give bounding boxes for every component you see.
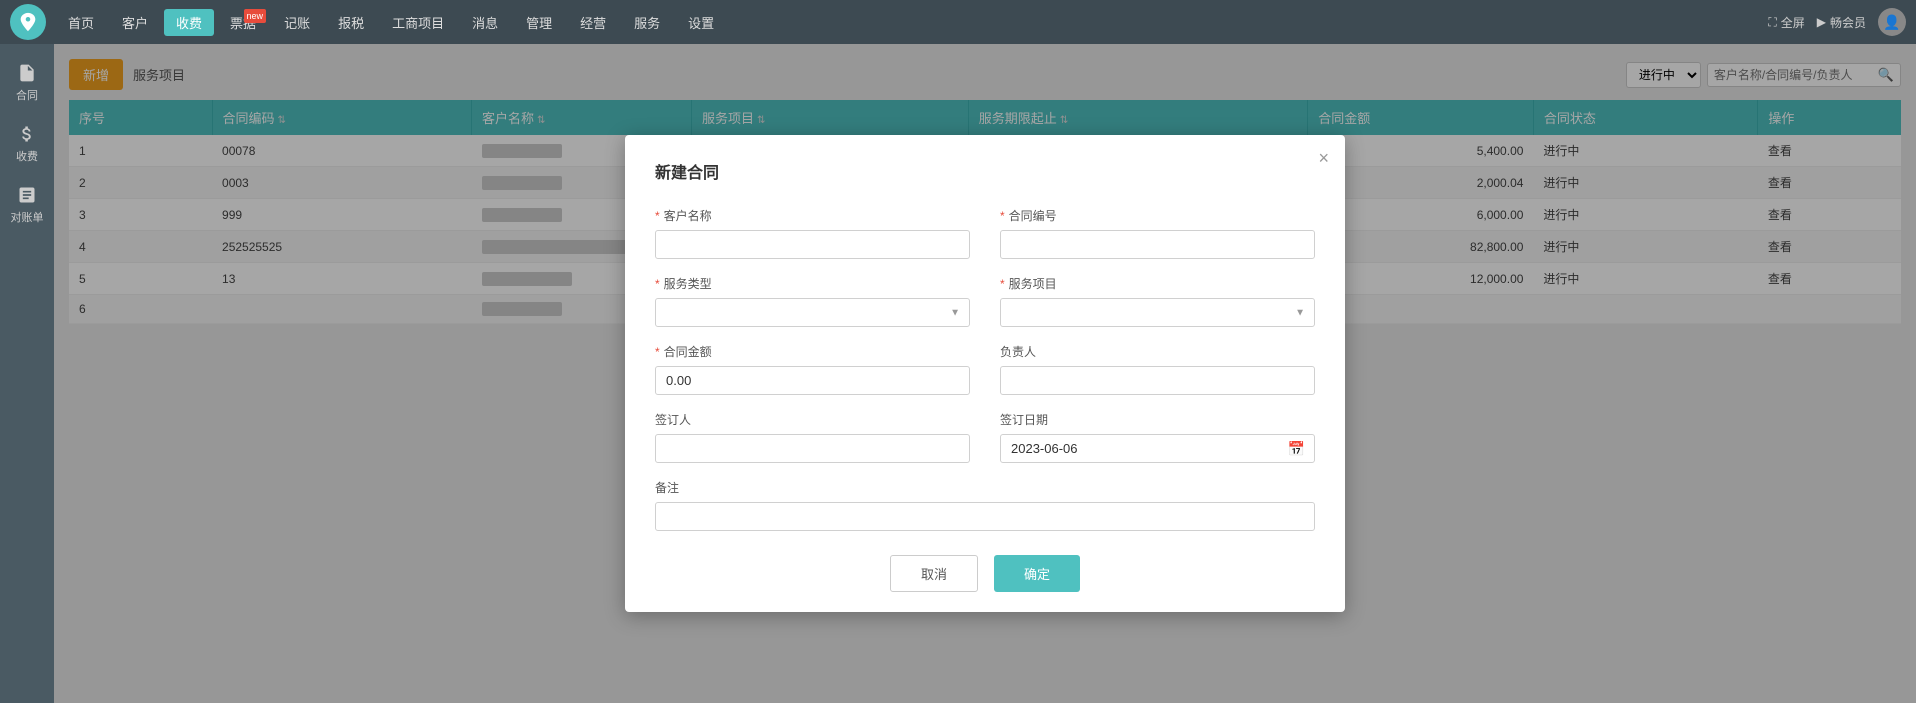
form-row-signer: 签订人 bbox=[655, 411, 970, 463]
sign-date-input[interactable] bbox=[1000, 434, 1315, 463]
form-row-responsible: 负责人 bbox=[1000, 343, 1315, 395]
remark-input[interactable] bbox=[655, 502, 1315, 531]
form-row-service-type: * 服务类型 bbox=[655, 275, 970, 327]
customer-name-label: * 客户名称 bbox=[655, 207, 970, 224]
required-star: * bbox=[655, 209, 660, 223]
dialog-title: 新建合同 bbox=[655, 159, 1315, 183]
billing-icon bbox=[16, 123, 38, 145]
contract-amount-input[interactable] bbox=[655, 366, 970, 395]
confirm-button[interactable]: 确定 bbox=[994, 555, 1080, 592]
form-row-remark: 备注 bbox=[655, 479, 1315, 531]
required-star-4: * bbox=[1000, 277, 1005, 291]
fullscreen-button[interactable]: ⛶ 全屏 bbox=[1768, 14, 1804, 31]
customer-name-input[interactable] bbox=[655, 230, 970, 259]
form-row-sign-date: 签订日期 📅 bbox=[1000, 411, 1315, 463]
nav-bookkeeping[interactable]: 记账 bbox=[272, 9, 322, 36]
nav-settings[interactable]: 设置 bbox=[676, 9, 726, 36]
nav-service[interactable]: 服务 bbox=[622, 9, 672, 36]
responsible-label: 负责人 bbox=[1000, 343, 1315, 360]
form-row-contract-no: * 合同编号 bbox=[1000, 207, 1315, 259]
sidebar-billing-label: 收费 bbox=[16, 148, 38, 164]
service-item-label: * 服务项目 bbox=[1000, 275, 1315, 292]
sidebar-item-statement[interactable]: 对账单 bbox=[0, 176, 54, 233]
avatar[interactable]: 👤 bbox=[1878, 8, 1906, 36]
nav-invoice[interactable]: 票据 new bbox=[218, 9, 268, 36]
sidebar-statement-label: 对账单 bbox=[11, 209, 44, 225]
service-type-select-wrapper bbox=[655, 298, 970, 327]
form-row-amount: * 合同金额 bbox=[655, 343, 970, 395]
dialog-overlay: 新建合同 × * 客户名称 * 合同编号 bbox=[54, 44, 1916, 703]
remark-label: 备注 bbox=[655, 479, 1315, 496]
new-badge: new bbox=[244, 9, 267, 23]
dialog-footer: 取消 确定 bbox=[655, 555, 1315, 592]
form-row-service-item: * 服务项目 bbox=[1000, 275, 1315, 327]
contract-no-label: * 合同编号 bbox=[1000, 207, 1315, 224]
service-type-label: * 服务类型 bbox=[655, 275, 970, 292]
sidebar: 合同 收费 对账单 bbox=[0, 44, 54, 703]
required-star-3: * bbox=[655, 277, 660, 291]
play-icon: ▶ bbox=[1817, 15, 1826, 29]
nav-message[interactable]: 消息 bbox=[460, 9, 510, 36]
vip-button[interactable]: ▶ 畅会员 bbox=[1817, 14, 1866, 31]
responsible-person-input[interactable] bbox=[1000, 366, 1315, 395]
contract-icon bbox=[16, 62, 38, 84]
signer-input[interactable] bbox=[655, 434, 970, 463]
new-contract-dialog: 新建合同 × * 客户名称 * 合同编号 bbox=[625, 135, 1345, 612]
contract-no-input[interactable] bbox=[1000, 230, 1315, 259]
form-grid: * 客户名称 * 合同编号 bbox=[655, 207, 1315, 531]
nav-home[interactable]: 首页 bbox=[56, 9, 106, 36]
amount-label: * 合同金额 bbox=[655, 343, 970, 360]
statement-icon bbox=[16, 184, 38, 206]
top-navigation: 首页 客户 收费 票据 new 记账 报税 工商项目 消息 管理 经营 服务 设… bbox=[0, 0, 1916, 44]
app-logo bbox=[10, 4, 46, 40]
nav-tax[interactable]: 报税 bbox=[326, 9, 376, 36]
fullscreen-label: 全屏 bbox=[1781, 14, 1805, 31]
sidebar-contract-label: 合同 bbox=[16, 87, 38, 103]
form-row-customer: * 客户名称 bbox=[655, 207, 970, 259]
signer-label: 签订人 bbox=[655, 411, 970, 428]
top-nav-right: ⛶ 全屏 ▶ 畅会员 👤 bbox=[1768, 8, 1906, 36]
sign-date-wrapper: 📅 bbox=[1000, 434, 1315, 463]
nav-billing[interactable]: 收费 bbox=[164, 9, 214, 36]
nav-customer[interactable]: 客户 bbox=[110, 9, 160, 36]
nav-menu: 首页 客户 收费 票据 new 记账 报税 工商项目 消息 管理 经营 服务 设… bbox=[56, 9, 1768, 36]
cancel-button[interactable]: 取消 bbox=[890, 555, 978, 592]
service-type-select[interactable] bbox=[655, 298, 970, 327]
required-star-5: * bbox=[655, 345, 660, 359]
sign-date-label: 签订日期 bbox=[1000, 411, 1315, 428]
content-area: 新增 服务项目 进行中 已完成 已终止 🔍 序号 合同编码⇅ bbox=[54, 44, 1916, 703]
main-layout: 合同 收费 对账单 新增 服务项目 进 bbox=[0, 44, 1916, 703]
sidebar-item-contract[interactable]: 合同 bbox=[0, 54, 54, 111]
required-star-2: * bbox=[1000, 209, 1005, 223]
vip-label: 畅会员 bbox=[1830, 14, 1866, 31]
nav-business[interactable]: 工商项目 bbox=[380, 9, 456, 36]
nav-operation[interactable]: 经营 bbox=[568, 9, 618, 36]
sidebar-item-billing[interactable]: 收费 bbox=[0, 115, 54, 172]
service-item-select[interactable] bbox=[1000, 298, 1315, 327]
nav-manage[interactable]: 管理 bbox=[514, 9, 564, 36]
service-item-select-wrapper bbox=[1000, 298, 1315, 327]
dialog-close-button[interactable]: × bbox=[1318, 149, 1329, 167]
fullscreen-icon: ⛶ bbox=[1768, 15, 1776, 30]
